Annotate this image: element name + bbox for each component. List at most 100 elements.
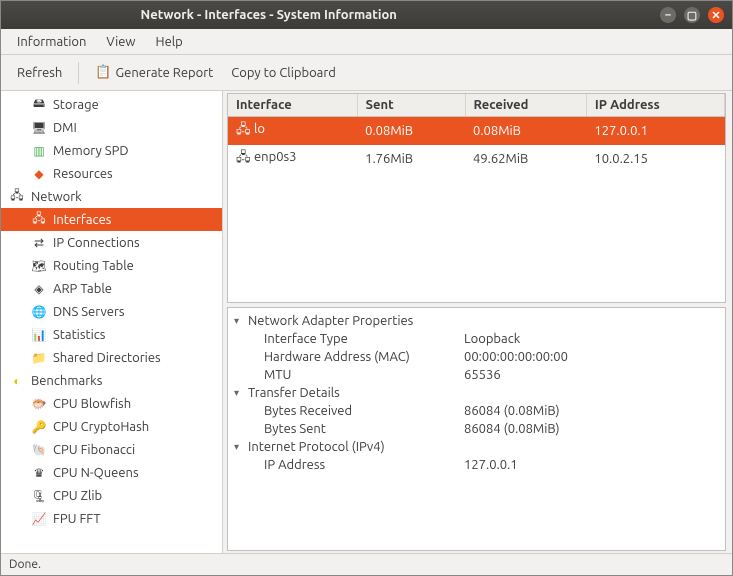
sidebar-item-statistics[interactable]: 📊 Statistics	[1, 323, 222, 346]
sidebar-item-label: Memory SPD	[53, 144, 129, 158]
details-group-title: Network Adapter Properties	[248, 314, 413, 328]
sidebar-item-storage[interactable]: 🖴Storage	[1, 93, 222, 116]
collapse-arrow-icon: ▾	[234, 387, 248, 399]
routing-table-icon: 🗺	[31, 258, 47, 274]
table-row[interactable]: 🖧enp0s31.76MiB49.62MiB10.0.2.15	[228, 145, 725, 173]
sidebar-item-label: Benchmarks	[31, 374, 102, 388]
details-group-title: Transfer Details	[248, 386, 340, 400]
sidebar-item-memory-spd[interactable]: ▥Memory SPD	[1, 139, 222, 162]
refresh-label: Refresh	[17, 66, 62, 80]
interface-name: enp0s3	[254, 150, 297, 164]
sidebar-item-resources[interactable]: ◆ Resources	[1, 162, 222, 185]
details-value: 00:00:00:00:00:00	[464, 350, 568, 364]
details-group-header[interactable]: ▾Internet Protocol (IPv4)	[234, 440, 719, 454]
cell-received: 49.62MiB	[465, 145, 586, 173]
titlebar: Network - Interfaces - System Informatio…	[1, 1, 732, 29]
sidebar-item-label: Shared Directories	[53, 351, 161, 365]
cpu-blowfish-icon: 🐡	[31, 396, 47, 412]
benchmarks-icon: ◐	[9, 373, 25, 389]
details-group-header[interactable]: ▾Network Adapter Properties	[234, 314, 719, 328]
sidebar-item-label: ARP Table	[53, 282, 112, 296]
sidebar-item-benchmarks[interactable]: ▾ ◐ Benchmarks	[1, 369, 222, 392]
details-value: 86084 (0.08MiB)	[464, 404, 560, 418]
sidebar-item-label: FPU FFT	[53, 512, 101, 526]
dns-servers-icon: 🌐	[31, 304, 47, 320]
sidebar-item-label: DMI	[53, 121, 77, 135]
table-row[interactable]: 🖧lo0.08MiB0.08MiB127.0.0.1	[228, 117, 725, 146]
details-key: Bytes Sent	[264, 422, 464, 436]
window-title: Network - Interfaces - System Informatio…	[141, 8, 397, 22]
sidebar-item-label: CPU N-Queens	[53, 466, 139, 480]
interfaces-table-wrap: Interface Sent Received IP Address 🖧 lo 0.…	[227, 93, 726, 303]
tree-expander-icon[interactable]: ▾	[1, 375, 3, 387]
sidebar-item-cpu-zlib[interactable]: 🗜 CPU Zlib	[1, 484, 222, 507]
collapse-arrow-icon: ▾	[234, 315, 248, 327]
sidebar-item-label: Resources	[53, 167, 113, 181]
report-icon: 📋	[95, 65, 111, 80]
shared-directories-icon: 📁	[31, 350, 47, 366]
menu-information[interactable]: Information	[9, 31, 94, 53]
generate-report-label: Generate Report	[116, 66, 214, 80]
details-value: 86084 (0.08MiB)	[464, 422, 560, 436]
col-sent[interactable]: Sent	[357, 94, 465, 117]
maximize-button[interactable]: ▢	[684, 7, 700, 23]
sidebar-item-dmi[interactable]: 🖥DMI	[1, 116, 222, 139]
cpu-zlib-icon: 🗜	[31, 488, 47, 504]
sidebar-item-cpu-blowfish[interactable]: 🐡CPU Blowfish	[1, 392, 222, 415]
resources-icon: ◆	[31, 166, 47, 182]
refresh-button[interactable]: Refresh	[11, 62, 68, 84]
details-value: 127.0.0.1	[464, 458, 518, 472]
toolbar: Refresh 📋 Generate Report Copy to Clipbo…	[1, 55, 732, 91]
sidebar-item-network[interactable]: ▾🖧Network	[1, 185, 222, 208]
generate-report-button[interactable]: 📋 Generate Report	[89, 61, 219, 84]
sidebar-item-label: Statistics	[53, 328, 105, 342]
statistics-icon: 📊	[31, 327, 47, 343]
interfaces-icon: 🖧	[31, 212, 47, 228]
sidebar-item-label: CPU Zlib	[53, 489, 102, 503]
close-button[interactable]: ✕	[708, 7, 724, 23]
cell-received: 0.08MiB	[465, 117, 586, 146]
collapse-arrow-icon: ▾	[234, 441, 248, 453]
fpu-fft-icon: 📈	[31, 511, 47, 527]
sidebar-item-dns-servers[interactable]: 🌐DNS Servers	[1, 300, 222, 323]
col-ip[interactable]: IP Address	[586, 94, 724, 117]
sidebar-item-cpu-cryptohash[interactable]: 🔑 CPU CryptoHash	[1, 415, 222, 438]
cpu-cryptohash-icon: 🔑	[31, 419, 47, 435]
details-group-header[interactable]: ▾Transfer Details	[234, 386, 719, 400]
sidebar-item-arp-table[interactable]: ◈ARP Table	[1, 277, 222, 300]
sidebar-item-label: Interfaces	[53, 213, 111, 227]
sidebar-tree[interactable]: 🖴Storage🖥DMI▥Memory SPD◆Resources▾🖧Netwo…	[1, 91, 223, 553]
sidebar-item-label: CPU CryptoHash	[53, 420, 149, 434]
col-received[interactable]: Received	[465, 94, 586, 117]
sidebar-item-interfaces[interactable]: 🖧 Interfaces	[1, 208, 222, 231]
col-interface[interactable]: Interface	[228, 94, 357, 117]
details-value: Loopback	[464, 332, 520, 346]
details-key: Interface Type	[264, 332, 464, 346]
sidebar-item-cpu-n-queens[interactable]: ♛CPU N-Queens	[1, 461, 222, 484]
interfaces-table: Interface Sent Received IP Address 🖧 lo 0.…	[228, 94, 725, 173]
copy-clipboard-label: Copy to Clipboard	[231, 66, 336, 80]
status-text: Done.	[9, 558, 41, 571]
interface-icon: 🖧	[236, 120, 250, 142]
ip-connections-icon: ⇄	[31, 235, 47, 251]
sidebar-item-shared-directories[interactable]: 📁 Shared Directories	[1, 346, 222, 369]
details-panel: ▾Network Adapter PropertiesInterface Typ…	[227, 307, 726, 551]
cell-ip: 10.0.2.15	[586, 145, 724, 173]
copy-clipboard-button[interactable]: Copy to Clipboard	[225, 62, 342, 84]
sidebar-item-fpu-fft[interactable]: 📈 FPU FFT	[1, 507, 222, 530]
sidebar-item-cpu-fibonacci[interactable]: 🐚CPU Fibonacci	[1, 438, 222, 461]
details-key: Hardware Address (MAC)	[264, 350, 464, 364]
statusbar: Done.	[1, 553, 732, 575]
sidebar-item-label: Routing Table	[53, 259, 134, 273]
menu-help[interactable]: Help	[148, 31, 191, 53]
menu-view[interactable]: View	[98, 31, 143, 53]
details-key: MTU	[264, 368, 464, 382]
network-icon: 🖧	[9, 189, 25, 205]
minimize-button[interactable]: –	[660, 7, 676, 23]
toolbar-separator	[78, 62, 79, 84]
sidebar-item-routing-table[interactable]: 🗺 Routing Table	[1, 254, 222, 277]
main-split: 🖴Storage🖥DMI▥Memory SPD ◆ Resources ▾ 🖧 Netwo…	[1, 91, 732, 553]
sidebar-item-ip-connections[interactable]: ⇄IP Connections	[1, 231, 222, 254]
tree-expander-icon[interactable]: ▾	[1, 191, 3, 203]
interface-name: lo	[254, 122, 265, 136]
